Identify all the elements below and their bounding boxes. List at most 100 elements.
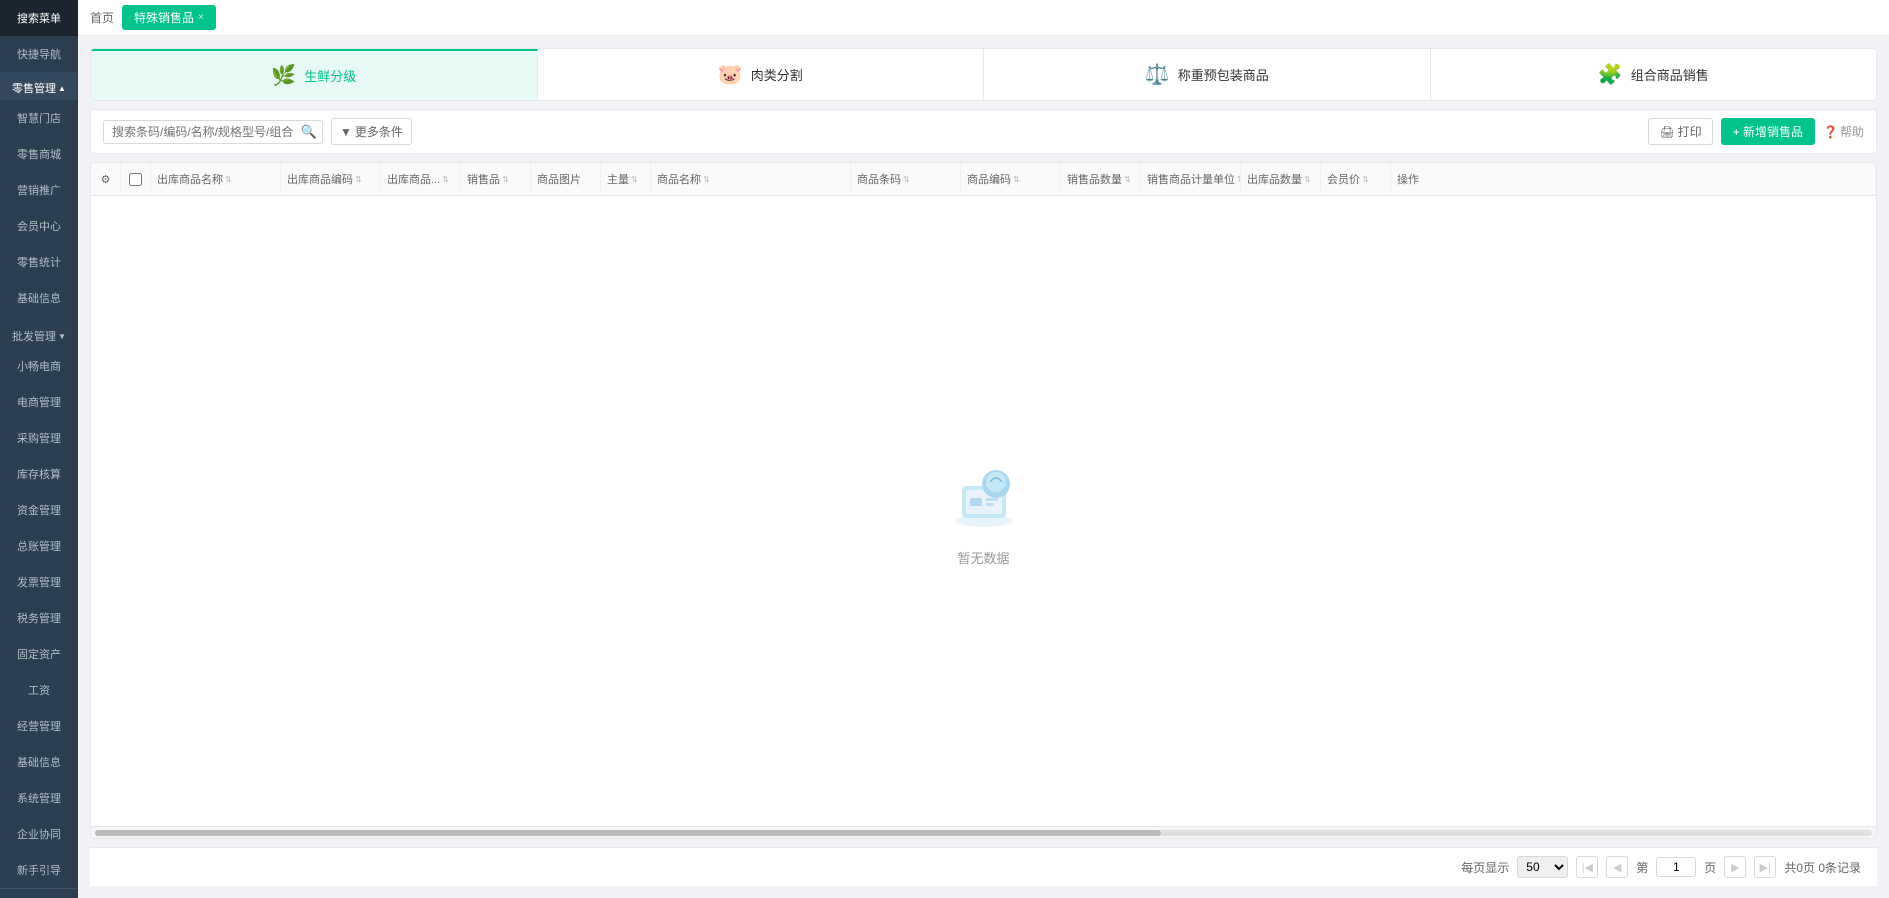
sidebar-item-purchase-mgmt[interactable]: 采购管理: [0, 420, 78, 456]
smart-store-label: 智慧门店: [17, 110, 61, 126]
current-page-input[interactable]: [1656, 857, 1696, 877]
th-sale-qty[interactable]: 销售品数量 ⇅: [1061, 163, 1141, 195]
sort-icon-unit[interactable]: ⇅: [631, 175, 638, 184]
basic-info-label: 基础信息: [17, 290, 61, 306]
sort-icon-out-qty[interactable]: ⇅: [1304, 175, 1311, 184]
th-img[interactable]: 商品图片: [531, 163, 601, 195]
horizontal-scrollbar[interactable]: [91, 826, 1876, 838]
select-all-checkbox[interactable]: [129, 173, 142, 186]
th-sale-qty-label: 销售品数量: [1067, 171, 1122, 187]
total-info: 共0页 0条记录: [1784, 859, 1861, 876]
th-goods-name[interactable]: 商品名称 ⇅: [651, 163, 851, 195]
sidebar-item-retail-stats[interactable]: 零售统计: [0, 244, 78, 280]
payroll-label: 工资: [28, 682, 50, 698]
table-header: ⚙ 出库商品名称 ⇅ 出库商品编码 ⇅ 出库商品... ⇅: [91, 163, 1876, 196]
sort-icon-out-name[interactable]: ⇅: [225, 175, 232, 184]
scroll-thumb[interactable]: [95, 830, 1161, 836]
th-op-label: 操作: [1397, 171, 1419, 187]
sort-icon-sale-qty[interactable]: ⇅: [1124, 175, 1131, 184]
inventory-label: 库存核算: [17, 466, 61, 482]
sidebar-item-finance[interactable]: 资金管理: [0, 492, 78, 528]
th-out-spec[interactable]: 出库商品... ⇅: [381, 163, 461, 195]
new-product-button[interactable]: + 新增销售品: [1721, 118, 1815, 145]
th-out-qty-label: 出库品数量: [1247, 171, 1302, 187]
sidebar-item-basic-info[interactable]: 基础信息: [0, 280, 78, 316]
sidebar-item-retail-mgmt[interactable]: 零售管理 ▲: [0, 72, 78, 100]
th-goods-name-label: 商品名称: [657, 171, 701, 187]
th-out-qty[interactable]: 出库品数量 ⇅: [1241, 163, 1321, 195]
th-setting[interactable]: ⚙: [91, 163, 121, 195]
sidebar-item-tax-mgmt[interactable]: 税务管理: [0, 600, 78, 636]
help-label: 帮助: [1840, 123, 1864, 140]
retail-mall-label: 零售商城: [17, 146, 61, 162]
pagination: 每页显示 50 10 20 100 |◀ ◀ 第 页 ▶ ▶| 共0页 0条记录: [90, 847, 1877, 886]
th-sale-item[interactable]: 销售品 ⇅: [461, 163, 531, 195]
th-out-name[interactable]: 出库商品名称 ⇅: [151, 163, 281, 195]
next-page-button[interactable]: ▶: [1724, 856, 1746, 878]
home-link[interactable]: 首页: [90, 9, 114, 26]
sidebar-item-biz-mgmt[interactable]: 经营管理: [0, 708, 78, 744]
retail-mgmt-arrow-icon: ▲: [58, 84, 66, 93]
sidebar-item-basic-info2[interactable]: 基础信息: [0, 744, 78, 780]
settings-gear-icon[interactable]: ⚙: [0, 889, 78, 898]
tab-meat-cut[interactable]: 🐷 肉类分割: [538, 49, 985, 100]
sidebar-item-membership[interactable]: 会员中心: [0, 208, 78, 244]
sidebar-item-newbie[interactable]: 新手引导: [0, 852, 78, 888]
tab-combo[interactable]: 🧩 组合商品销售: [1431, 49, 1877, 100]
sort-icon-out-code[interactable]: ⇅: [355, 175, 362, 184]
sidebar-item-quick-nav[interactable]: 快捷导航: [0, 36, 78, 72]
th-checkbox[interactable]: [121, 163, 151, 195]
tab-close-button[interactable]: ×: [198, 12, 204, 23]
scroll-track[interactable]: [95, 830, 1872, 836]
toolbar: 🔍 ▼ 更多条件 🖨 打印 + 新增销售品 ❓ 帮助: [90, 109, 1877, 154]
sidebar-item-smart-store[interactable]: 智慧门店: [0, 100, 78, 136]
help-button[interactable]: ❓ 帮助: [1823, 123, 1864, 140]
prev-page-button[interactable]: ◀: [1606, 856, 1628, 878]
sort-icon-vip[interactable]: ⇅: [1362, 175, 1369, 184]
help-icon: ❓: [1823, 125, 1838, 139]
active-tab[interactable]: 特殊销售品 ×: [122, 5, 216, 30]
sort-icon-barcode[interactable]: ⇅: [903, 175, 910, 184]
tab-fresh-grade[interactable]: 🌿 生鲜分级: [91, 49, 538, 100]
last-page-button[interactable]: ▶|: [1754, 856, 1776, 878]
setting-icon: ⚙: [101, 173, 111, 186]
sidebar-item-marketing[interactable]: 营销推广: [0, 172, 78, 208]
sort-icon-out-spec[interactable]: ⇅: [442, 175, 449, 184]
sidebar-logo[interactable]: 搜索菜单: [0, 0, 78, 36]
sidebar-item-general-ledger[interactable]: 总账管理: [0, 528, 78, 564]
th-sale-unit[interactable]: 销售商品计量单位 ⇅: [1141, 163, 1241, 195]
print-button[interactable]: 🖨 打印: [1648, 118, 1712, 145]
th-barcode[interactable]: 商品条码 ⇅: [851, 163, 961, 195]
sidebar-item-enterprise[interactable]: 企业协同: [0, 816, 78, 852]
sort-icon-goods-name[interactable]: ⇅: [703, 175, 710, 184]
per-page-select[interactable]: 50 10 20 100: [1517, 856, 1568, 878]
sort-icon-goods-code[interactable]: ⇅: [1013, 175, 1020, 184]
page-content: 🌿 生鲜分级 🐷 肉类分割 ⚖️ 称重预包装商品 🧩 组合商品销售 🔍: [78, 36, 1889, 898]
sidebar-item-inventory[interactable]: 库存核算: [0, 456, 78, 492]
first-page-button[interactable]: |◀: [1576, 856, 1598, 878]
sort-icon-sale[interactable]: ⇅: [502, 175, 509, 184]
empty-state: 暂无数据: [91, 196, 1876, 826]
tab-weight-pack[interactable]: ⚖️ 称重预包装商品: [984, 49, 1431, 100]
sidebar-item-batch-mgmt[interactable]: 批发管理 ▼: [0, 320, 78, 348]
th-out-code[interactable]: 出库商品编码 ⇅: [281, 163, 381, 195]
th-goods-code[interactable]: 商品编码 ⇅: [961, 163, 1061, 195]
search-input[interactable]: [103, 120, 323, 144]
sidebar-item-invoice-mgmt[interactable]: 发票管理: [0, 564, 78, 600]
sidebar-item-mini-ecom[interactable]: 小畅电商: [0, 348, 78, 384]
sidebar-item-sys-mgmt[interactable]: 系统管理: [0, 780, 78, 816]
th-vip-price[interactable]: 会员价 ⇅: [1321, 163, 1391, 195]
th-sale-item-label: 销售品: [467, 171, 500, 187]
search-icon[interactable]: 🔍: [301, 124, 317, 140]
sidebar-item-payroll[interactable]: 工资: [0, 672, 78, 708]
th-unit[interactable]: 主量 ⇅: [601, 163, 651, 195]
th-unit-label: 主量: [607, 171, 629, 187]
toolbar-right: 🖨 打印 + 新增销售品 ❓ 帮助: [1648, 118, 1864, 145]
filter-button[interactable]: ▼ 更多条件: [331, 118, 412, 145]
filter-label: 更多条件: [355, 123, 403, 140]
sidebar-item-ecom-mgmt[interactable]: 电商管理: [0, 384, 78, 420]
sidebar-item-retail-mall[interactable]: 零售商城: [0, 136, 78, 172]
invoice-mgmt-label: 发票管理: [17, 574, 61, 590]
sys-mgmt-label: 系统管理: [17, 790, 61, 806]
sidebar-item-fixed-assets[interactable]: 固定资产: [0, 636, 78, 672]
